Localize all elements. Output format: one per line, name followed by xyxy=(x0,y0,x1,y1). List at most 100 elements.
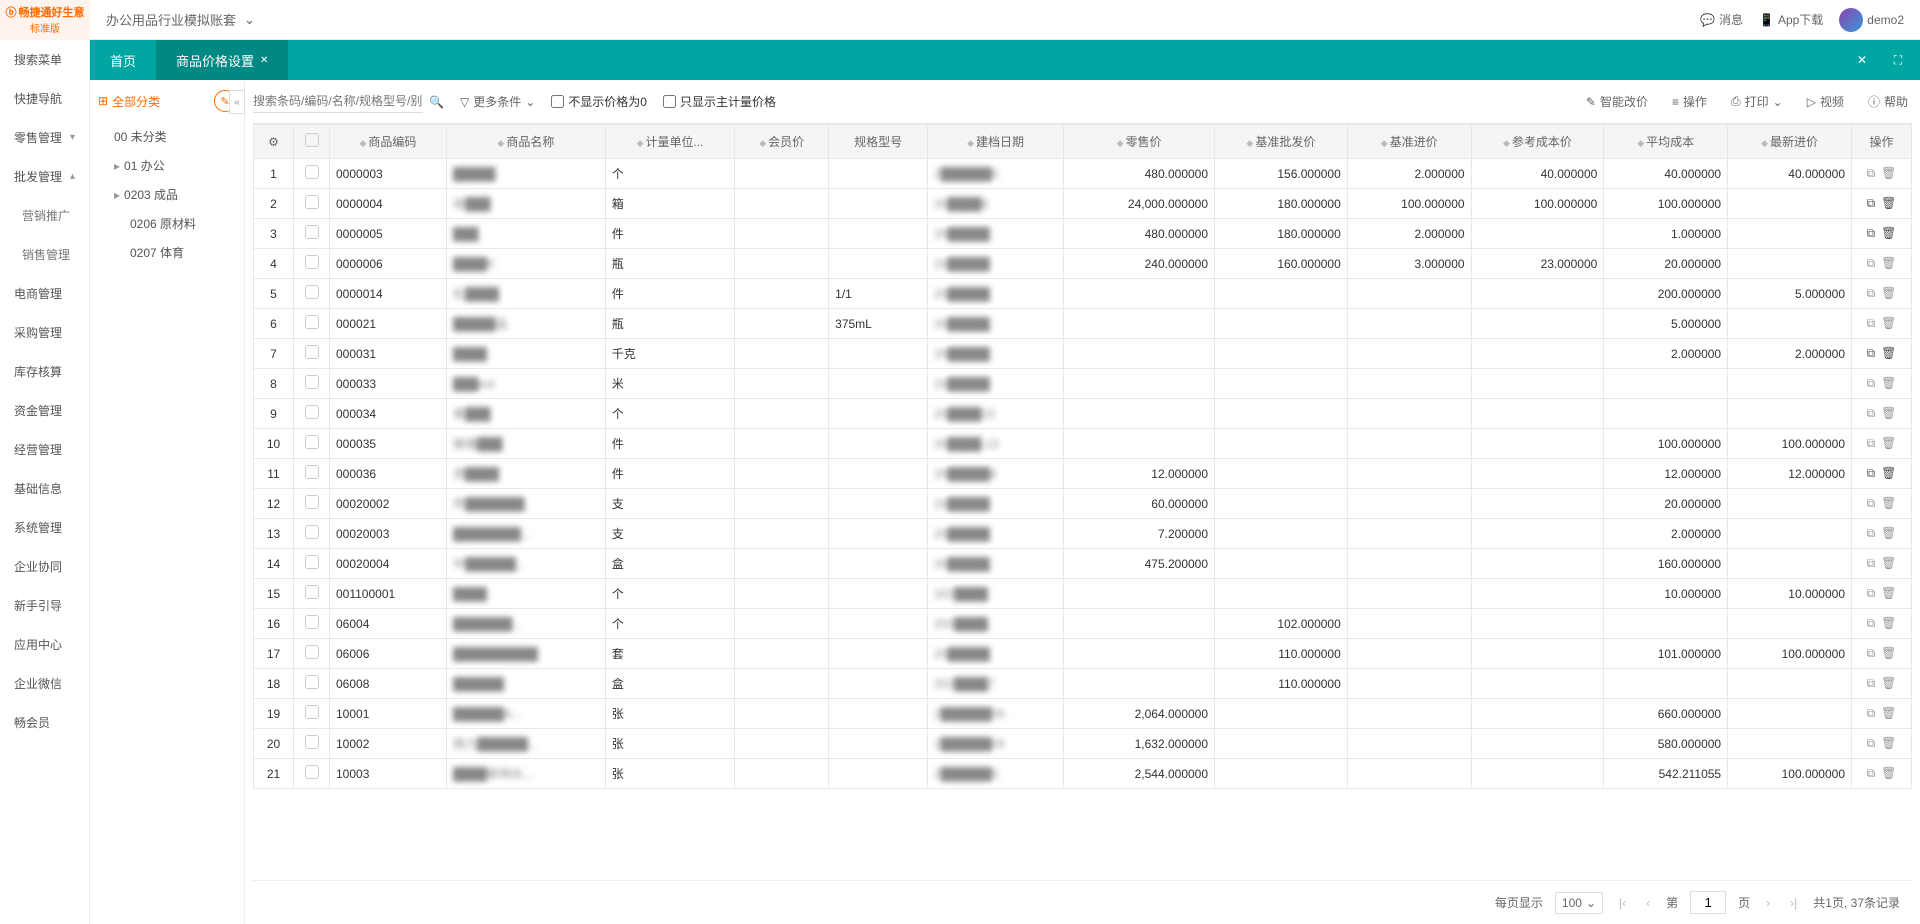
col-purchase[interactable]: ◆基准进价 xyxy=(1347,125,1471,159)
delete-icon[interactable]: 🗑 xyxy=(1881,166,1896,181)
nav-item[interactable]: 库存核算 xyxy=(0,352,89,391)
row-checkbox[interactable] xyxy=(294,309,330,339)
nav-item[interactable]: 电商管理 xyxy=(0,274,89,313)
detail-icon[interactable]: ⧉ xyxy=(1867,466,1876,481)
col-latest[interactable]: ◆最新进价 xyxy=(1728,125,1852,159)
detail-icon[interactable]: ⧉ xyxy=(1867,286,1876,301)
nav-item[interactable]: 畅会员 xyxy=(0,703,89,742)
row-checkbox[interactable] xyxy=(294,219,330,249)
row-checkbox[interactable] xyxy=(294,579,330,609)
category-all[interactable]: ⊞全部分类 xyxy=(98,93,160,110)
row-checkbox[interactable] xyxy=(294,759,330,789)
nav-item[interactable]: 采购管理 xyxy=(0,313,89,352)
tree-item[interactable]: 0206 原材料 xyxy=(98,209,236,238)
detail-icon[interactable]: ⧉ xyxy=(1867,436,1876,451)
row-checkbox[interactable] xyxy=(294,369,330,399)
row-checkbox[interactable] xyxy=(294,429,330,459)
delete-icon[interactable]: 🗑 xyxy=(1881,196,1896,211)
user-menu[interactable]: demo2 xyxy=(1839,8,1904,32)
delete-icon[interactable]: 🗑 xyxy=(1881,316,1896,331)
nav-item[interactable]: 快捷导航 xyxy=(0,79,89,118)
detail-icon[interactable]: ⧉ xyxy=(1867,316,1876,331)
search-input[interactable] xyxy=(253,90,423,113)
delete-icon[interactable]: 🗑 xyxy=(1881,766,1896,781)
col-spec[interactable]: 规格型号 xyxy=(829,125,928,159)
nav-item[interactable]: 资金管理 xyxy=(0,391,89,430)
nav-item[interactable]: 营销推广 xyxy=(0,196,89,235)
detail-icon[interactable]: ⧉ xyxy=(1867,256,1876,271)
delete-icon[interactable]: 🗑 xyxy=(1881,616,1896,631)
detail-icon[interactable]: ⧉ xyxy=(1867,346,1876,361)
delete-icon[interactable]: 🗑 xyxy=(1881,706,1896,721)
delete-icon[interactable]: 🗑 xyxy=(1881,676,1896,691)
row-checkbox[interactable] xyxy=(294,459,330,489)
nav-item[interactable]: 企业微信 xyxy=(0,664,89,703)
fullscreen-icon[interactable]: ⛶ xyxy=(1884,46,1912,74)
app-download-button[interactable]: 📱App下载 xyxy=(1759,11,1823,28)
delete-icon[interactable]: 🗑 xyxy=(1881,256,1896,271)
nav-item[interactable]: 零售管理▾ xyxy=(0,118,89,157)
nav-item[interactable]: 经营管理 xyxy=(0,430,89,469)
nav-item[interactable]: 系统管理 xyxy=(0,508,89,547)
delete-icon[interactable]: 🗑 xyxy=(1881,406,1896,421)
detail-icon[interactable]: ⧉ xyxy=(1867,676,1876,691)
col-avg-cost[interactable]: ◆平均成本 xyxy=(1604,125,1728,159)
detail-icon[interactable]: ⧉ xyxy=(1867,166,1876,181)
nav-item[interactable]: 新手引导 xyxy=(0,586,89,625)
detail-icon[interactable]: ⧉ xyxy=(1867,496,1876,511)
account-set-selector[interactable]: 办公用品行业模拟账套 ⌄ xyxy=(90,10,271,29)
nav-item[interactable]: 应用中心 xyxy=(0,625,89,664)
row-checkbox[interactable] xyxy=(294,549,330,579)
col-code[interactable]: ◆商品编码 xyxy=(330,125,447,159)
tree-item[interactable]: 01 办公 xyxy=(98,151,236,180)
smart-change-button[interactable]: ✎智能改价 xyxy=(1582,93,1652,110)
message-button[interactable]: 💬消息 xyxy=(1700,11,1743,28)
row-checkbox[interactable] xyxy=(294,519,330,549)
row-checkbox[interactable] xyxy=(294,609,330,639)
detail-icon[interactable]: ⧉ xyxy=(1867,706,1876,721)
col-gear[interactable]: ⚙ xyxy=(254,125,294,159)
detail-icon[interactable]: ⧉ xyxy=(1867,526,1876,541)
detail-icon[interactable]: ⧉ xyxy=(1867,616,1876,631)
tab-home[interactable]: 首页 xyxy=(90,40,156,80)
nav-item[interactable]: 基础信息 xyxy=(0,469,89,508)
nav-item[interactable]: 搜索菜单 xyxy=(0,40,89,79)
row-checkbox[interactable] xyxy=(294,669,330,699)
delete-icon[interactable]: 🗑 xyxy=(1881,376,1896,391)
print-button[interactable]: ⎙打印⌄ xyxy=(1727,93,1787,110)
page-input[interactable] xyxy=(1690,891,1726,914)
row-checkbox[interactable] xyxy=(294,399,330,429)
last-page-button[interactable]: ›| xyxy=(1786,896,1801,910)
col-wholesale[interactable]: ◆基准批发价 xyxy=(1215,125,1348,159)
col-unit[interactable]: ◆计量单位... xyxy=(605,125,735,159)
row-checkbox[interactable] xyxy=(294,339,330,369)
col-name[interactable]: ◆商品名称 xyxy=(446,125,605,159)
detail-icon[interactable]: ⧉ xyxy=(1867,376,1876,391)
delete-icon[interactable]: 🗑 xyxy=(1881,346,1896,361)
tree-item[interactable]: 0207 体育 xyxy=(98,238,236,267)
col-create-date[interactable]: ◆建档日期 xyxy=(928,125,1064,159)
row-checkbox[interactable] xyxy=(294,189,330,219)
operation-button[interactable]: ≡操作 xyxy=(1668,93,1711,110)
delete-icon[interactable]: 🗑 xyxy=(1881,496,1896,511)
search-icon[interactable]: 🔍 xyxy=(429,95,444,109)
more-filter-button[interactable]: ▽更多条件⌄ xyxy=(460,93,535,110)
detail-icon[interactable]: ⧉ xyxy=(1867,226,1876,241)
detail-icon[interactable]: ⧉ xyxy=(1867,406,1876,421)
col-retail[interactable]: ◆零售价 xyxy=(1064,125,1215,159)
collapse-tree-button[interactable]: « xyxy=(229,90,245,114)
delete-icon[interactable]: 🗑 xyxy=(1881,646,1896,661)
main-unit-only-checkbox[interactable]: 只显示主计量价格 xyxy=(663,93,776,110)
detail-icon[interactable]: ⧉ xyxy=(1867,196,1876,211)
prev-page-button[interactable]: ‹ xyxy=(1642,896,1654,910)
delete-icon[interactable]: 🗑 xyxy=(1881,526,1896,541)
nav-item[interactable]: 企业协同 xyxy=(0,547,89,586)
detail-icon[interactable]: ⧉ xyxy=(1867,736,1876,751)
per-page-select[interactable]: 100⌄ xyxy=(1555,892,1603,914)
row-checkbox[interactable] xyxy=(294,159,330,189)
first-page-button[interactable]: |‹ xyxy=(1615,896,1630,910)
tree-item[interactable]: 0203 成品 xyxy=(98,180,236,209)
delete-icon[interactable]: 🗑 xyxy=(1881,226,1896,241)
row-checkbox[interactable] xyxy=(294,249,330,279)
close-icon[interactable]: ✕ xyxy=(260,55,268,66)
